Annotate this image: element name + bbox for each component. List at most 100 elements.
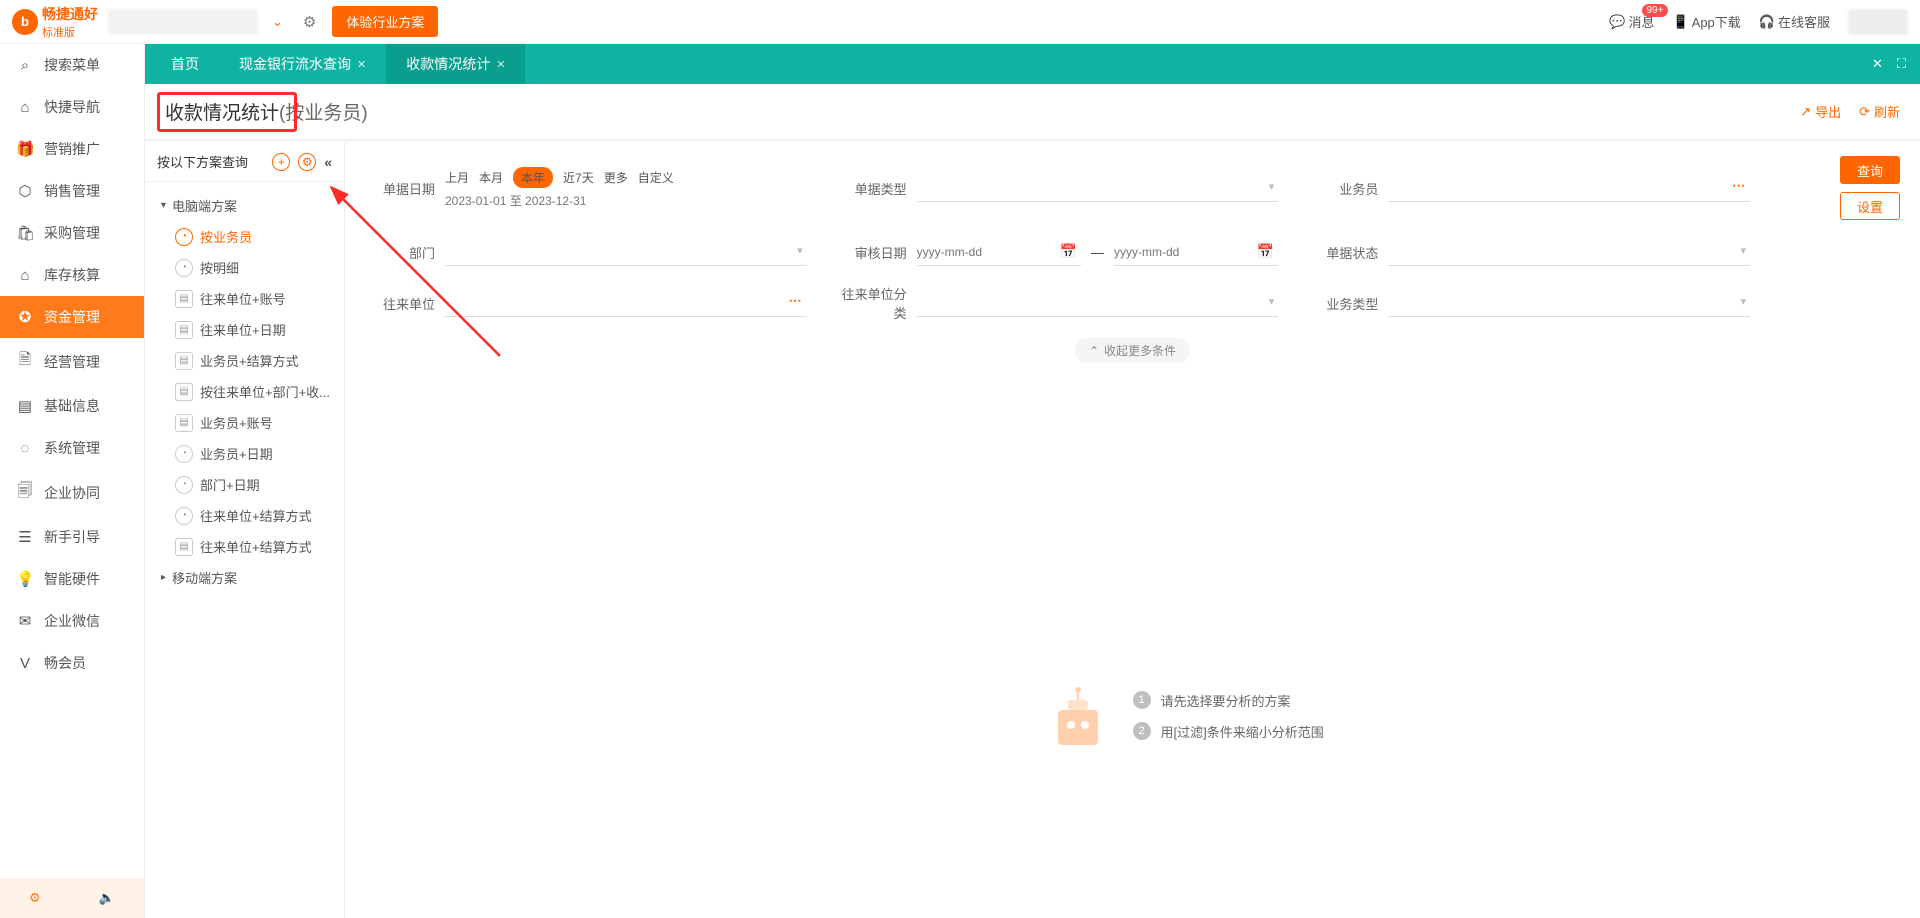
preset-this-year[interactable]: 本年 xyxy=(513,167,553,188)
experience-button[interactable]: 体验行业方案 xyxy=(332,6,438,37)
scheme-item-5[interactable]: ▤按往来单位+部门+收... xyxy=(145,376,344,407)
bill-status-select[interactable] xyxy=(1388,238,1750,266)
calendar-icon[interactable]: 📅 xyxy=(1060,243,1077,260)
title-main: 收款情况统计 xyxy=(165,103,279,124)
tab-2[interactable]: 收款情况统计✕ xyxy=(386,44,525,84)
scheme-item-10[interactable]: ▤往来单位+结算方式 xyxy=(145,531,344,562)
sidebar-item-3[interactable]: ⬡销售管理 xyxy=(0,170,144,212)
calendar-icon[interactable]: 📅 xyxy=(1257,243,1274,260)
scheme-item-0[interactable]: ◔按业务员 xyxy=(145,221,344,252)
scheme-item-4[interactable]: ▤业务员+结算方式 xyxy=(145,345,344,376)
sidebar-item-8[interactable]: ▤基础信息 xyxy=(0,385,144,427)
partner-label: 往来单位 xyxy=(365,294,435,313)
sidebar-item-0[interactable]: ⌕搜索菜单 xyxy=(0,44,144,86)
close-icon[interactable]: ✕ xyxy=(357,58,366,71)
scheme-item-9[interactable]: ◔往来单位+结算方式 xyxy=(145,500,344,531)
more-icon[interactable]: ⋯ xyxy=(789,293,803,309)
close-tab-icon[interactable]: ✕ xyxy=(1872,56,1883,72)
gear-icon[interactable]: ⚙ xyxy=(297,13,322,31)
scheme-settings-icon[interactable]: ⚙ xyxy=(298,153,316,171)
biz-type-select[interactable] xyxy=(1388,289,1750,317)
sidebar-item-1[interactable]: ⌂快捷导航 xyxy=(0,86,144,128)
scheme-item-icon: ◔ xyxy=(175,259,193,277)
audit-date-to[interactable] xyxy=(1114,238,1278,266)
sidebar-item-12[interactable]: 💡 智能硬件 xyxy=(0,558,144,600)
scheme-item-3[interactable]: ▤往来单位+日期 xyxy=(145,314,344,345)
refresh-button[interactable]: ⟳ 刷新 xyxy=(1859,102,1900,121)
sidebar-item-4[interactable]: 🛍采购管理 xyxy=(0,212,144,254)
org-selector[interactable] xyxy=(108,9,258,35)
dept-select[interactable] xyxy=(445,238,807,266)
sidebar-icon: 💡 xyxy=(16,570,34,588)
page-header: 收款情况统计(按业务员) ↗ 导出 ⟳ 刷新 xyxy=(145,84,1920,140)
sidebar-label: 采购管理 xyxy=(44,223,100,243)
tree-group-desktop[interactable]: ▾电脑端方案 xyxy=(145,190,344,221)
sidebar-item-7[interactable]: 🗎经营管理 xyxy=(0,338,144,385)
settings-gear-icon[interactable]: ⚙ xyxy=(29,890,41,906)
preset-last-month[interactable]: 上月 xyxy=(445,169,469,186)
partner-select[interactable] xyxy=(445,289,807,317)
audit-date-from[interactable] xyxy=(917,238,1081,266)
collapse-bar: ⌃ 收起更多条件 xyxy=(345,330,1920,371)
sidebar-item-11[interactable]: ☰新手引导 xyxy=(0,516,144,558)
settings-button[interactable]: 设置 xyxy=(1840,192,1900,220)
customer-service-link[interactable]: 🎧 在线客服 xyxy=(1759,12,1830,31)
scheme-item-2[interactable]: ▤往来单位+账号 xyxy=(145,283,344,314)
preset-more[interactable]: 更多 xyxy=(604,169,628,186)
hint-1: 1请先选择要分析的方案 xyxy=(1133,691,1324,710)
scheme-item-1[interactable]: ◔按明细 xyxy=(145,252,344,283)
sidebar-item-2[interactable]: 🎁营销推广 xyxy=(0,128,144,170)
chevron-down-icon[interactable]: ⌄ xyxy=(268,14,287,30)
sidebar-icon: ⌂ xyxy=(16,267,34,284)
sidebar-item-10[interactable]: 🗐企业协同 xyxy=(0,469,144,516)
scheme-item-icon: ▤ xyxy=(175,414,193,432)
sidebar-item-9[interactable]: ◌系统管理 xyxy=(0,427,144,469)
scheme-item-icon: ◔ xyxy=(175,507,193,525)
app-label: App下载 xyxy=(1692,12,1741,31)
partner-cat-select[interactable] xyxy=(917,289,1279,317)
preset-last7[interactable]: 近7天 xyxy=(563,169,594,186)
scheme-item-icon: ▤ xyxy=(175,321,193,339)
preset-custom[interactable]: 自定义 xyxy=(638,169,674,186)
more-icon[interactable]: ⋯ xyxy=(1732,178,1746,194)
sidebar-icon: 🎁 xyxy=(16,140,34,158)
bill-type-select[interactable] xyxy=(917,174,1279,202)
sidebar-item-13[interactable]: ✉企业微信 xyxy=(0,600,144,642)
scheme-header: 按以下方案查询 + ⚙ « xyxy=(145,142,344,182)
scheme-item-label: 业务员+结算方式 xyxy=(200,351,299,370)
sidebar-label: 智能硬件 xyxy=(44,569,100,589)
sidebar-icon: ◌ xyxy=(16,440,34,457)
date-separator: — xyxy=(1091,245,1104,260)
scheme-item-7[interactable]: ◔业务员+日期 xyxy=(145,438,344,469)
tree-group-mobile[interactable]: ▸移动端方案 xyxy=(145,562,344,593)
page-title: 收款情况统计(按业务员) xyxy=(165,103,368,124)
fullscreen-icon[interactable]: ⛶ xyxy=(1897,56,1906,72)
top-bar: b 畅捷通好 标准版 ⌄ ⚙ 体验行业方案 💬 消息 99+ 📱 App下载 🎧… xyxy=(0,0,1920,44)
scheme-item-8[interactable]: ◔部门+日期 xyxy=(145,469,344,500)
headset-icon: 🎧 xyxy=(1759,14,1775,30)
messages-link[interactable]: 💬 消息 99+ xyxy=(1609,12,1654,31)
query-button[interactable]: 查询 xyxy=(1840,156,1900,184)
sidebar-icon: ⌂ xyxy=(16,99,34,116)
sidebar-item-6[interactable]: ✪资金管理 xyxy=(0,296,144,338)
logo[interactable]: b 畅捷通好 标准版 xyxy=(12,4,98,40)
tab-1[interactable]: 现金银行流水查询✕ xyxy=(219,44,386,84)
collapse-conditions-button[interactable]: ⌃ 收起更多条件 xyxy=(1075,338,1190,363)
close-icon[interactable]: ✕ xyxy=(496,58,505,71)
bill-type-label: 单据类型 xyxy=(837,179,907,198)
scheme-item-6[interactable]: ▤业务员+账号 xyxy=(145,407,344,438)
scheme-item-label: 业务员+日期 xyxy=(200,444,273,463)
app-download-link[interactable]: 📱 App下载 xyxy=(1672,12,1740,31)
sidebar-item-14[interactable]: V畅会员 xyxy=(0,642,144,684)
sound-icon[interactable]: 🔈 xyxy=(99,890,115,906)
preset-this-month[interactable]: 本月 xyxy=(479,169,503,186)
export-button[interactable]: ↗ 导出 xyxy=(1800,102,1841,121)
chevron-down-icon: ▾ xyxy=(1269,180,1275,193)
sidebar-item-5[interactable]: ⌂库存核算 xyxy=(0,254,144,296)
add-scheme-icon[interactable]: + xyxy=(272,153,290,171)
collapse-panel-icon[interactable]: « xyxy=(324,154,332,170)
avatar[interactable] xyxy=(1848,9,1908,35)
logo-icon: b xyxy=(12,9,38,35)
tab-0[interactable]: 首页 xyxy=(151,44,219,84)
biz-person-select[interactable] xyxy=(1388,174,1750,202)
